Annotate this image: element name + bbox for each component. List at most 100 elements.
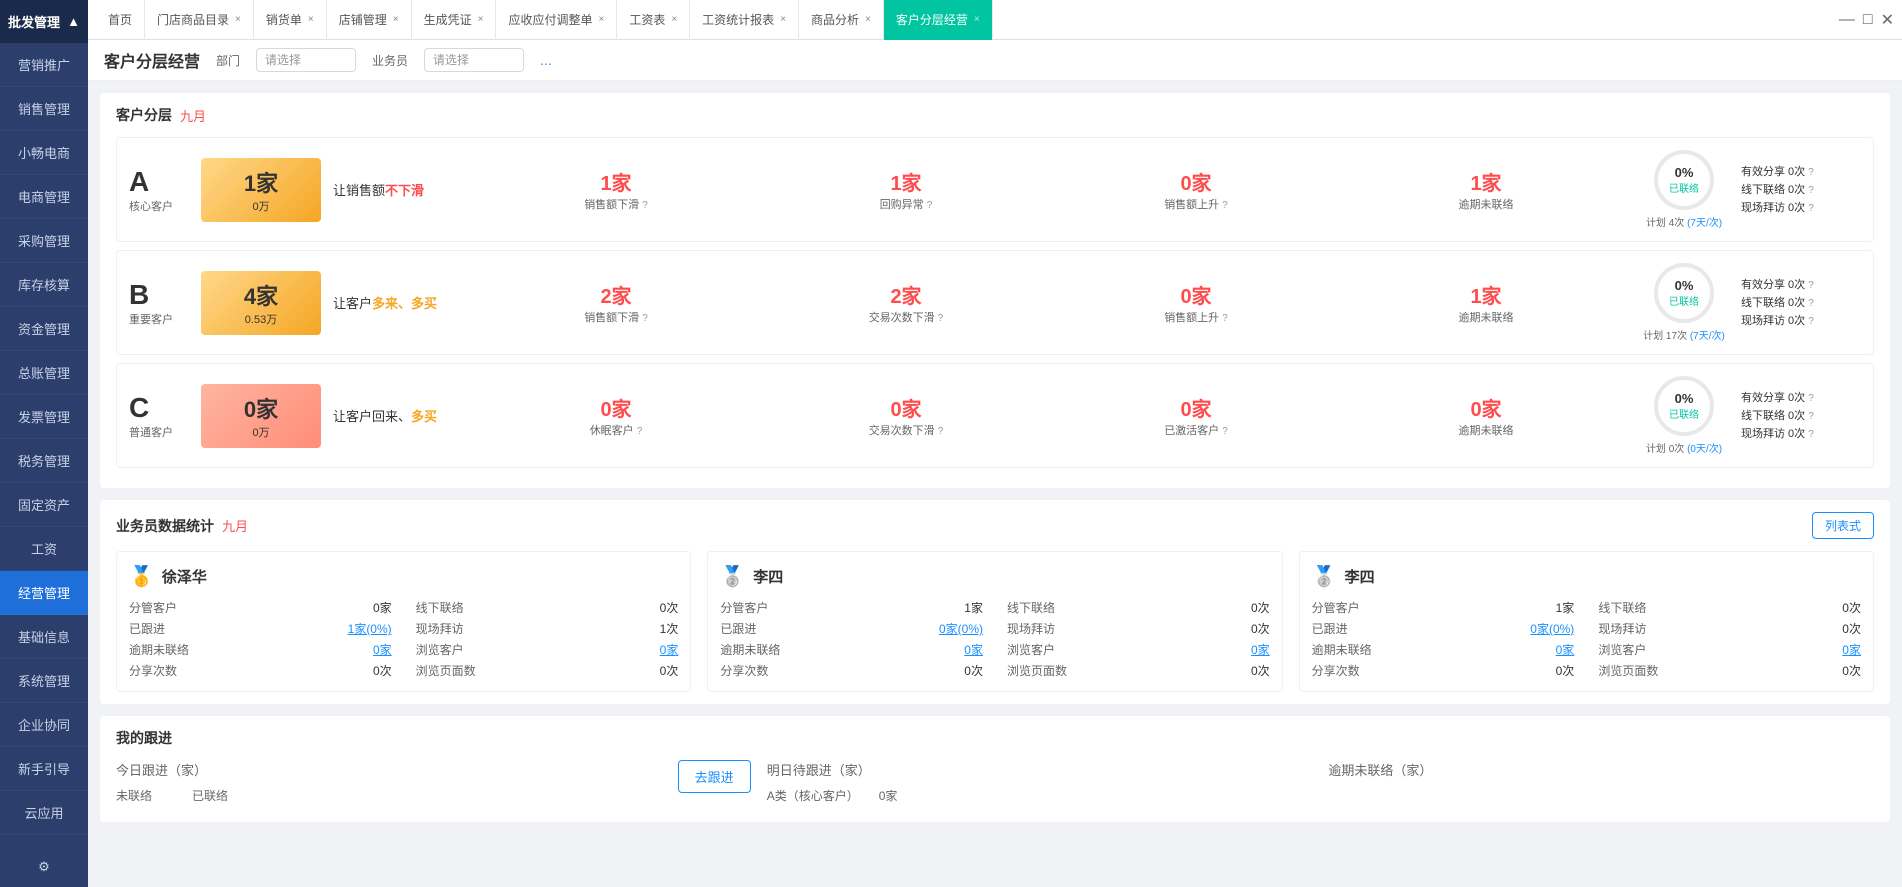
window-minimize-icon[interactable]: — xyxy=(1839,11,1855,29)
question-icon[interactable]: ? xyxy=(1222,426,1228,437)
list-view-btn[interactable]: 列表式 xyxy=(1812,512,1874,539)
tier-stat-B-1: 2家交易次数下滑 ? xyxy=(765,280,1047,325)
salesman-card-1: 🥈李四分管客户1家线下联络0次已跟进0家(0%)现场拜访0次逾期未联络0家浏览客… xyxy=(707,551,1282,692)
extra-q-icon[interactable]: ? xyxy=(1808,185,1814,196)
contact-days-C[interactable]: (0天/次) xyxy=(1687,444,1722,455)
question-icon[interactable]: ? xyxy=(637,426,643,437)
sidebar-item-资金管理[interactable]: 资金管理 xyxy=(0,307,88,351)
salesman-stat-val-left-1-1[interactable]: 0家(0%) xyxy=(939,620,983,637)
sidebar-item-工资[interactable]: 工资 xyxy=(0,527,88,571)
salesman-stat-val-right-1-3: 0次 xyxy=(1251,662,1270,679)
sidebar-item-采购管理[interactable]: 采购管理 xyxy=(0,219,88,263)
salesman-stat-val-left-0-2[interactable]: 0家 xyxy=(373,641,392,658)
more-filter-btn[interactable]: ... xyxy=(540,52,552,68)
dept-select[interactable]: 请选择 xyxy=(256,48,356,72)
question-icon[interactable]: ? xyxy=(927,200,933,211)
tier-slogan-A: 让销售额不下滑 xyxy=(333,180,463,199)
window-maximize-icon[interactable]: □ xyxy=(1863,11,1873,29)
window-close-icon[interactable]: ✕ xyxy=(1881,10,1894,30)
tab-首页[interactable]: 首页 xyxy=(96,0,145,40)
salesman-stat-val-right-1-2[interactable]: 0家 xyxy=(1251,641,1270,658)
tab-close-工资表[interactable]: × xyxy=(671,14,677,25)
question-icon[interactable]: ? xyxy=(1222,200,1228,211)
question-icon[interactable]: ? xyxy=(938,313,944,324)
extra-q-icon[interactable]: ? xyxy=(1808,167,1814,178)
tab-销货单[interactable]: 销货单× xyxy=(254,0,327,40)
stat-label-C-3: 逾期未联络 xyxy=(1345,422,1627,438)
extra-q-icon[interactable]: ? xyxy=(1808,203,1814,214)
salesman-name-0: 徐泽华 xyxy=(162,566,207,587)
tab-close-门店商品目录[interactable]: × xyxy=(235,14,241,25)
salesman-stat-val-right-2-3: 0次 xyxy=(1842,662,1861,679)
salesman-stat-val-right-1-1: 0次 xyxy=(1251,620,1270,637)
question-icon[interactable]: ? xyxy=(642,313,648,324)
stat-num-C-0: 0家 xyxy=(475,393,757,422)
sidebar-item-企业协同[interactable]: 企业协同 xyxy=(0,703,88,747)
sidebar-header[interactable]: 批发管理 ▲ xyxy=(0,0,88,43)
sidebar-settings[interactable]: ⚙ xyxy=(0,847,88,887)
sidebar-item-固定资产[interactable]: 固定资产 xyxy=(0,483,88,527)
extra-q-icon[interactable]: ? xyxy=(1808,280,1814,291)
salesman-stat-val-left-2-2[interactable]: 0家 xyxy=(1556,641,1575,658)
follow-section: 我的跟进 今日跟进（家） 未联络 已联络 去跟进 明日待跟进（家） A类（核心客… xyxy=(100,716,1890,822)
tier-letter-C: C xyxy=(129,392,189,424)
staff-select[interactable]: 请选择 xyxy=(424,48,524,72)
tab-close-店铺管理[interactable]: × xyxy=(393,14,399,25)
tab-客户分层经营[interactable]: 客户分层经营× xyxy=(884,0,993,40)
extra-q-icon[interactable]: ? xyxy=(1808,393,1814,404)
salesman-stat-val-left-2-1[interactable]: 0家(0%) xyxy=(1530,620,1574,637)
contact-days-B[interactable]: (7天/次) xyxy=(1690,331,1725,342)
salesman-stat-val-right-2-2[interactable]: 0家 xyxy=(1842,641,1861,658)
tab-close-应收应付调整单[interactable]: × xyxy=(598,14,604,25)
tab-close-工资统计报表[interactable]: × xyxy=(780,14,786,25)
tab-close-销货单[interactable]: × xyxy=(308,14,314,25)
salesman-stat-val-left-1-2[interactable]: 0家 xyxy=(964,641,983,658)
extra-q-icon[interactable]: ? xyxy=(1808,298,1814,309)
question-icon[interactable]: ? xyxy=(1222,313,1228,324)
extra-q-icon[interactable]: ? xyxy=(1808,411,1814,422)
sidebar-item-新手引导[interactable]: 新手引导 xyxy=(0,747,88,791)
tab-应收应付调整单[interactable]: 应收应付调整单× xyxy=(496,0,617,40)
tier-stats-C: 0家休眠客户 ?0家交易次数下滑 ?0家已激活客户 ?0家逾期未联络 xyxy=(475,393,1627,438)
tab-门店商品目录[interactable]: 门店商品目录× xyxy=(145,0,254,40)
tier-stat-B-2: 0家销售额上升 ? xyxy=(1055,280,1337,325)
page-title: 客户分层经营 xyxy=(104,48,200,72)
contact-days-A[interactable]: (7天/次) xyxy=(1687,218,1722,229)
stat-num-C-2: 0家 xyxy=(1055,393,1337,422)
tomorrow-followup-label: 明日待跟进（家） xyxy=(767,760,1313,779)
sidebar-item-总账管理[interactable]: 总账管理 xyxy=(0,351,88,395)
question-icon[interactable]: ? xyxy=(938,426,944,437)
sidebar-item-库存核算[interactable]: 库存核算 xyxy=(0,263,88,307)
sidebar-item-发票管理[interactable]: 发票管理 xyxy=(0,395,88,439)
salesman-stat-val-right-0-0: 0次 xyxy=(660,599,679,616)
sidebar-collapse-icon[interactable]: ▲ xyxy=(67,14,80,29)
tab-close-客户分层经营[interactable]: × xyxy=(974,14,980,25)
tab-工资统计报表[interactable]: 工资统计报表× xyxy=(690,0,799,40)
tab-店铺管理[interactable]: 店铺管理× xyxy=(327,0,412,40)
salesman-stats-grid-1: 分管客户1家线下联络0次已跟进0家(0%)现场拜访0次逾期未联络0家浏览客户0家… xyxy=(720,599,1269,679)
sidebar-item-税务管理[interactable]: 税务管理 xyxy=(0,439,88,483)
followup-btn[interactable]: 去跟进 xyxy=(678,760,751,793)
sidebar-item-经营管理[interactable]: 经营管理 xyxy=(0,571,88,615)
tier-extra-item-C-1: 线下联络 0次 ? xyxy=(1741,407,1861,423)
salesman-stat-val-right-0-2[interactable]: 0家 xyxy=(660,641,679,658)
question-icon[interactable]: ? xyxy=(642,200,648,211)
sidebar-item-电商管理[interactable]: 电商管理 xyxy=(0,175,88,219)
extra-q-icon[interactable]: ? xyxy=(1808,316,1814,327)
sidebar-item-云应用[interactable]: 云应用 xyxy=(0,791,88,835)
tab-生成凭证[interactable]: 生成凭证× xyxy=(412,0,497,40)
sidebar-item-小畅电商[interactable]: 小畅电商 xyxy=(0,131,88,175)
salesman-stat-val-left-0-3: 0次 xyxy=(373,662,392,679)
tab-close-商品分析[interactable]: × xyxy=(865,14,871,25)
sidebar-item-基础信息[interactable]: 基础信息 xyxy=(0,615,88,659)
sidebar-item-营销推广[interactable]: 营销推广 xyxy=(0,43,88,87)
salesman-stat-val-left-0-1[interactable]: 1家(0%) xyxy=(348,620,392,637)
tier-extra-item-C-0: 有效分享 0次 ? xyxy=(1741,389,1861,405)
tab-商品分析[interactable]: 商品分析× xyxy=(799,0,884,40)
sidebar-title: 批发管理 xyxy=(8,12,60,31)
tab-工资表[interactable]: 工资表× xyxy=(617,0,690,40)
extra-q-icon[interactable]: ? xyxy=(1808,429,1814,440)
sidebar-item-系统管理[interactable]: 系统管理 xyxy=(0,659,88,703)
sidebar-item-销售管理[interactable]: 销售管理 xyxy=(0,87,88,131)
tab-close-生成凭证[interactable]: × xyxy=(478,14,484,25)
